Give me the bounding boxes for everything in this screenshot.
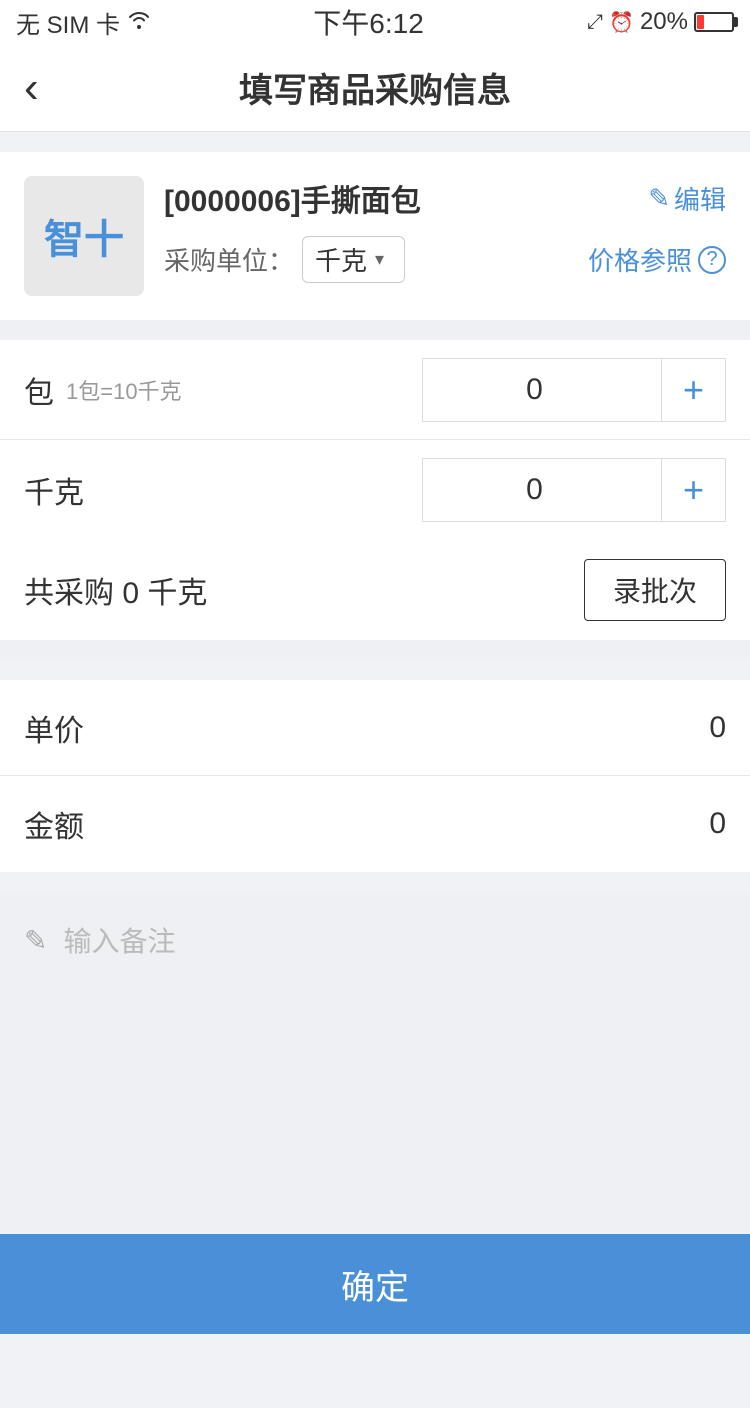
wifi-icon <box>128 8 150 36</box>
unit-price-value: 0 <box>709 711 726 745</box>
product-header: [0000006]手撕面包 ✎ 编辑 <box>164 176 726 220</box>
pencil-icon: ✎ <box>24 924 47 957</box>
edit-label: 编辑 <box>674 180 726 217</box>
bao-sublabel: 1包=10千克 <box>66 374 182 406</box>
unit-price-label: 单价 <box>24 706 84 750</box>
dropdown-arrow-icon: ▾ <box>375 249 384 270</box>
unit-price-row: 单价 0 <box>0 680 750 776</box>
kg-label: 千克 <box>24 468 84 512</box>
status-time: 下午6:12 <box>313 2 424 42</box>
status-right: ⤢ ⏰ 20% <box>587 8 734 36</box>
carrier-label: 无 SIM 卡 <box>16 5 120 40</box>
nav-bar: ‹ 填写商品采购信息 <box>0 44 750 132</box>
remark-placeholder: 输入备注 <box>63 920 175 960</box>
bao-label: 包 <box>24 368 54 412</box>
kg-label-group: 千克 <box>24 468 144 512</box>
kg-plus-button[interactable]: + <box>662 458 726 522</box>
battery-icon <box>694 12 734 32</box>
amount-value: 0 <box>709 807 726 841</box>
amount-row: 金额 0 <box>0 776 750 872</box>
product-card: 智十 [0000006]手撕面包 ✎ 编辑 采购单位： 千克 ▾ <box>0 152 750 320</box>
product-info: [0000006]手撕面包 ✎ 编辑 采购单位： 千克 ▾ 价格参照 ? <box>164 176 726 283</box>
product-name: [0000006]手撕面包 <box>164 176 421 220</box>
product-logo: 智十 <box>44 207 124 265</box>
remark-section[interactable]: ✎ 输入备注 <box>0 892 750 988</box>
status-left: 无 SIM 卡 <box>16 5 150 40</box>
section-divider-2 <box>0 640 750 660</box>
bao-input[interactable] <box>422 358 662 422</box>
bao-input-section: 包 1包=10千克 + 千克 + <box>0 340 750 540</box>
product-unit-row: 采购单位： 千克 ▾ 价格参照 ? <box>164 236 726 283</box>
back-button[interactable]: ‹ <box>24 63 39 113</box>
kg-input-right: + <box>422 458 726 522</box>
battery-pct: 20% <box>640 8 688 36</box>
page-title: 填写商品采购信息 <box>239 63 511 112</box>
bao-row: 包 1包=10千克 + <box>0 340 750 440</box>
price-section: 单价 0 金额 0 <box>0 680 750 872</box>
bao-plus-button[interactable]: + <box>662 358 726 422</box>
price-ref-label: 价格参照 <box>588 241 692 278</box>
bao-label-group: 包 1包=10千克 <box>24 368 182 412</box>
unit-value: 千克 <box>315 241 367 278</box>
summary-text: 共采购 0 千克 <box>24 568 207 612</box>
kg-row: 千克 + <box>0 440 750 540</box>
price-ref-button[interactable]: 价格参照 ? <box>588 241 726 278</box>
confirm-button[interactable]: 确定 <box>0 1234 750 1334</box>
kg-input[interactable] <box>422 458 662 522</box>
status-bar: 无 SIM 卡 下午6:12 ⤢ ⏰ 20% <box>0 0 750 44</box>
section-divider-1 <box>0 320 750 340</box>
info-icon: ? <box>698 246 726 274</box>
location-icon: ⤢ <box>587 11 603 34</box>
edit-icon: ✎ <box>648 183 670 214</box>
bao-input-right: + <box>422 358 726 422</box>
alarm-icon: ⏰ <box>609 10 634 35</box>
edit-button[interactable]: ✎ 编辑 <box>648 180 726 217</box>
unit-select[interactable]: 千克 ▾ <box>302 236 405 283</box>
unit-prefix-label: 采购单位： <box>164 241 294 278</box>
summary-row: 共采购 0 千克 录批次 <box>0 540 750 640</box>
record-batch-button[interactable]: 录批次 <box>584 559 726 621</box>
amount-label: 金额 <box>24 802 84 846</box>
product-image: 智十 <box>24 176 144 296</box>
